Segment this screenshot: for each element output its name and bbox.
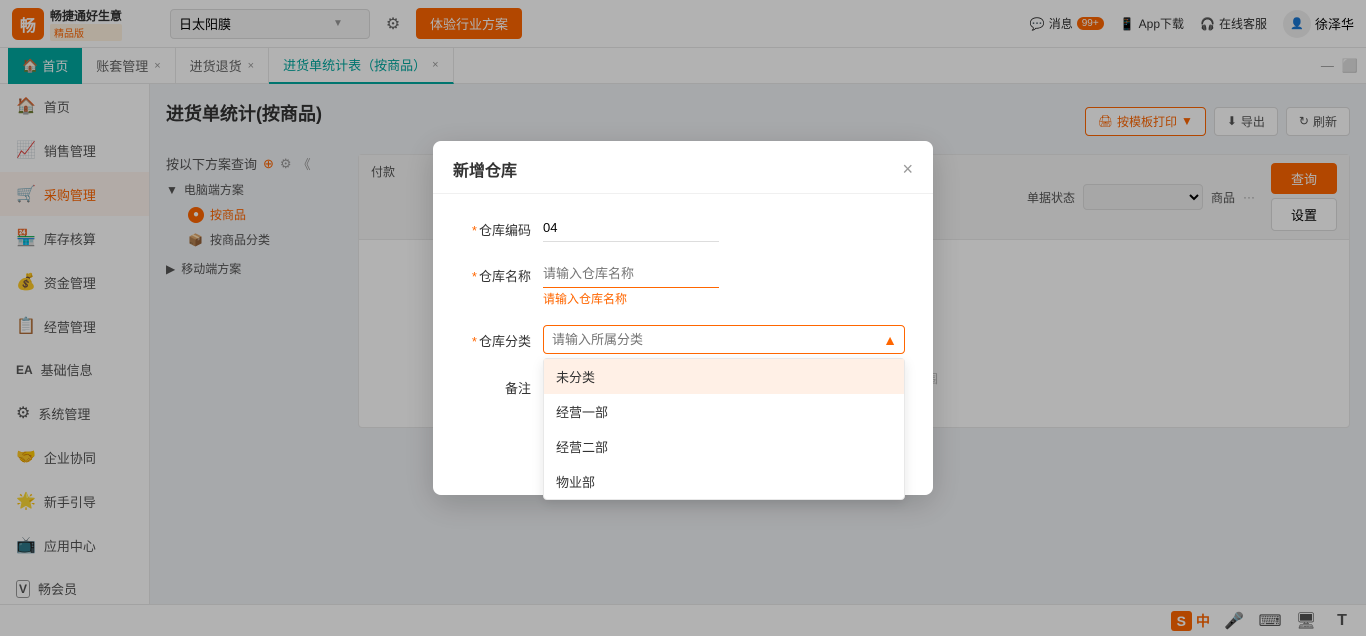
new-warehouse-modal: 新增仓库 × *仓库编码 *仓库名称 请输入仓库名称 [433,141,933,495]
required-star-code: * [472,223,477,238]
warehouse-code-row: *仓库编码 [461,214,905,242]
dropdown-item-3[interactable]: 物业部 [544,464,904,499]
modal-title: 新增仓库 [453,157,517,181]
category-input-wrapper: ▲ 未分类 经营一部 经营二部 物业部 [543,325,905,354]
modal-close-button[interactable]: × [902,159,913,180]
required-star-category: * [472,334,477,349]
warehouse-name-row: *仓库名称 请输入仓库名称 [461,260,905,307]
modal-header: 新增仓库 × [433,141,933,194]
warehouse-name-input-wrapper: 请输入仓库名称 [543,260,905,307]
category-dropdown: 未分类 经营一部 经营二部 物业部 [543,358,905,500]
warehouse-category-label: *仓库分类 [461,325,531,350]
remark-label: 备注 [461,372,531,397]
warehouse-code-input-wrapper [543,214,905,242]
dropdown-item-0[interactable]: 未分类 [544,359,904,394]
warehouse-code-input[interactable] [543,214,719,242]
dropdown-item-2[interactable]: 经营二部 [544,429,904,464]
warehouse-name-error: 请输入仓库名称 [543,290,905,307]
required-star-name: * [472,269,477,284]
warehouse-name-label: *仓库名称 [461,260,531,285]
warehouse-category-row: *仓库分类 ▲ 未分类 经营一部 经营二部 物业部 [461,325,905,354]
category-input[interactable] [543,325,905,354]
modal-overlay[interactable]: 新增仓库 × *仓库编码 *仓库名称 请输入仓库名称 [0,0,1366,636]
warehouse-name-input[interactable] [543,260,719,288]
dropdown-item-1[interactable]: 经营一部 [544,394,904,429]
modal-body: *仓库编码 *仓库名称 请输入仓库名称 *仓库分类 [433,194,933,438]
warehouse-code-label: *仓库编码 [461,214,531,239]
category-dropdown-arrow[interactable]: ▲ [883,332,897,348]
